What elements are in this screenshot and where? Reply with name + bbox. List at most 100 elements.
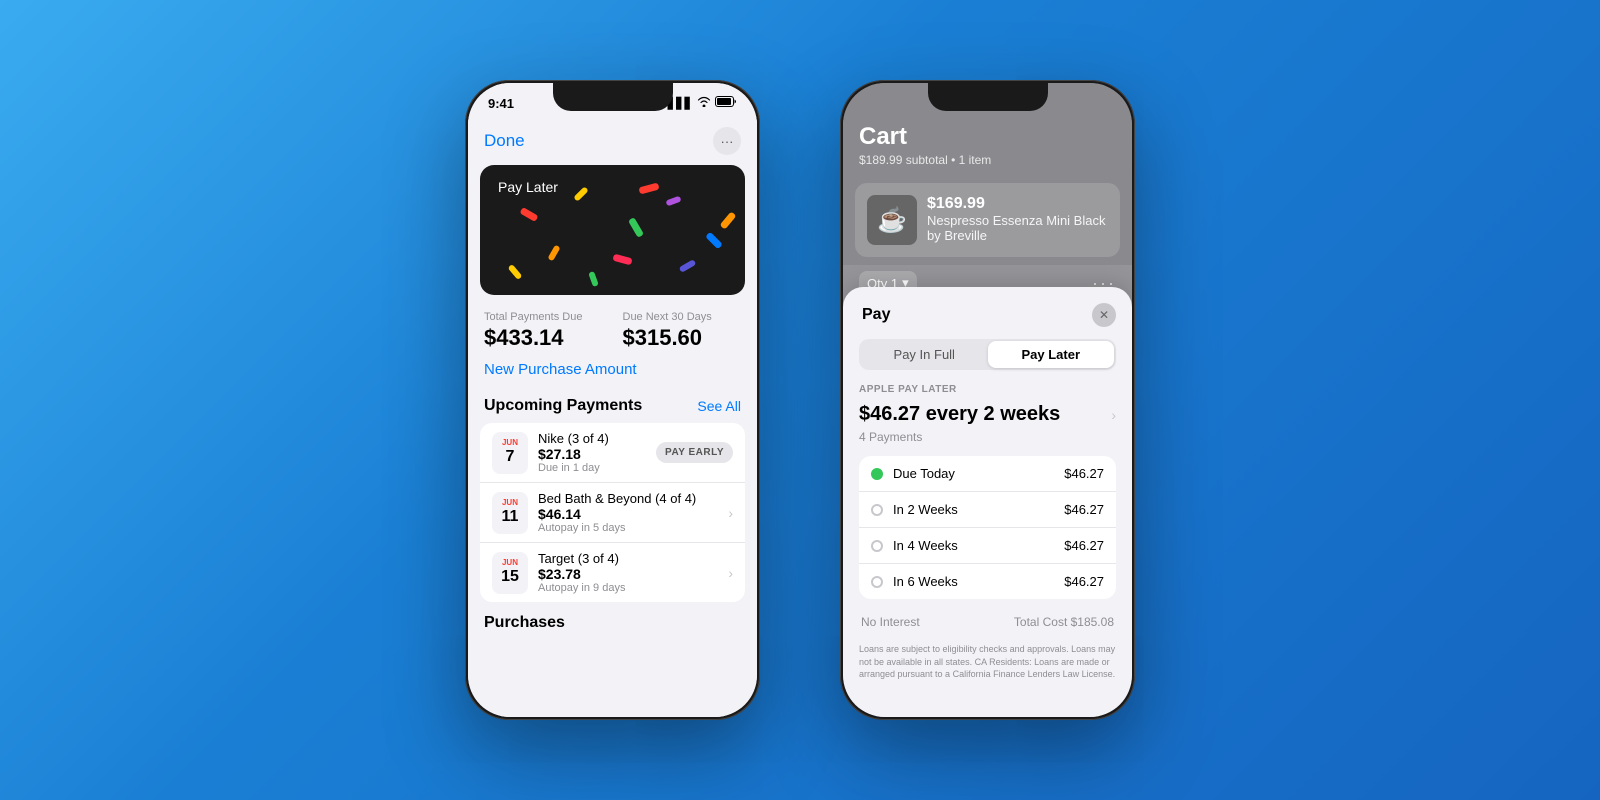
schedule-row-6w: In 6 Weeks $46.27 — [859, 564, 1116, 599]
schedule-amount-today: $46.27 — [1064, 466, 1104, 481]
schedule-dot-4w — [871, 540, 883, 552]
item-amount-bedbath: $46.14 — [538, 506, 718, 522]
date-badge-bedbath: JUN 11 — [492, 492, 528, 534]
schedule-row-today: Due Today $46.27 — [859, 456, 1116, 492]
apple-pay-logo: Pay — [859, 306, 890, 324]
new-purchase-link[interactable]: New Purchase Amount — [484, 361, 637, 378]
day-bedbath: 11 — [502, 507, 519, 526]
status-icons-1: ▋▋▋ — [668, 96, 737, 110]
notch-1 — [553, 83, 673, 111]
freq-amount: $46.27 every 2 weeks — [859, 403, 1060, 426]
chevron-icon-target: › — [728, 565, 733, 581]
item-sub-target: Autopay in 9 days — [538, 582, 718, 594]
item-name-nike: Nike (3 of 4) — [538, 431, 646, 446]
schedule-amount-6w: $46.27 — [1064, 574, 1104, 589]
schedule-label-2w: In 2 Weeks — [893, 502, 1054, 517]
total-payments-col: Total Payments Due $433.14 — [484, 311, 603, 351]
schedule-label-6w: In 6 Weeks — [893, 574, 1054, 589]
pay-early-button[interactable]: PAY EARLY — [656, 442, 733, 463]
notch-2 — [928, 83, 1048, 111]
payment-item-bedbath[interactable]: JUN 11 Bed Bath & Beyond (4 of 4) $46.14… — [480, 483, 745, 543]
product-thumbnail: ☕ — [867, 195, 917, 245]
product-info: $169.99 Nespresso Essenza Mini Black by … — [927, 195, 1108, 243]
phone-1: 9:41 ▋▋▋ — [465, 80, 760, 720]
phone1-content: Done ··· Pay Later Total Payments Due $4… — [468, 119, 757, 717]
cart-subtitle: $189.99 subtotal • 1 item — [859, 153, 1116, 167]
item-name-bedbath: Bed Bath & Beyond (4 of 4) — [538, 491, 718, 506]
due-amount: $315.60 — [623, 325, 742, 351]
payment-frequency: $46.27 every 2 weeks › — [859, 403, 1116, 426]
schedule-amount-2w: $46.27 — [1064, 502, 1104, 517]
total-label: Total Payments Due — [484, 311, 603, 323]
done-button[interactable]: Done — [484, 131, 525, 151]
month-target: JUN — [502, 558, 518, 567]
total-cost-label: Total Cost $185.08 — [1014, 615, 1114, 629]
no-interest-label: No Interest — [861, 615, 920, 629]
chevron-icon-bedbath: › — [728, 505, 733, 521]
sheet-header: Pay ✕ — [859, 303, 1116, 327]
schedule-row-4w: In 4 Weeks $46.27 — [859, 528, 1116, 564]
tab-selector: Pay In Full Pay Later — [859, 339, 1116, 370]
date-badge-nike: JUN 7 — [492, 432, 528, 474]
purchases-title: Purchases — [468, 602, 757, 636]
schedule-dot-today — [871, 468, 883, 480]
new-purchase-section: New Purchase Amount — [468, 361, 757, 391]
freq-sub: 4 Payments — [859, 430, 1116, 444]
item-sub-bedbath: Autopay in 5 days — [538, 522, 718, 534]
tab-pay-later[interactable]: Pay Later — [988, 341, 1115, 368]
item-sub-nike: Due in 1 day — [538, 462, 646, 474]
paylater-card[interactable]: Pay Later — [480, 165, 745, 295]
item-info-bedbath: Bed Bath & Beyond (4 of 4) $46.14 Autopa… — [538, 491, 718, 534]
product-name: Nespresso Essenza Mini Black by Breville — [927, 213, 1108, 243]
ellipsis-icon: ··· — [721, 134, 734, 149]
close-icon: ✕ — [1099, 308, 1109, 322]
item-info-nike: Nike (3 of 4) $27.18 Due in 1 day — [538, 431, 646, 474]
cart-title: Cart — [859, 123, 1116, 151]
product-price: $169.99 — [927, 195, 1108, 213]
close-button[interactable]: ✕ — [1092, 303, 1116, 327]
tab-pay-in-full[interactable]: Pay In Full — [861, 341, 988, 368]
payment-summary: Total Payments Due $433.14 Due Next 30 D… — [468, 307, 757, 361]
disclaimer-text: Loans are subject to eligibility checks … — [859, 643, 1116, 681]
month-bedbath: JUN — [502, 498, 518, 507]
day-target: 15 — [501, 567, 519, 586]
apple-pay-later-label: APPLE PAY LATER — [859, 384, 1116, 395]
schedule-dot-6w — [871, 576, 883, 588]
schedule-label-4w: In 4 Weeks — [893, 538, 1054, 553]
upcoming-header: Upcoming Payments See All — [468, 391, 757, 423]
apple-pay-sheet: Pay ✕ Pay In Full Pay Later APPLE PAY LA… — [843, 287, 1132, 717]
due-next-col: Due Next 30 Days $315.60 — [623, 311, 742, 351]
battery-icon — [715, 96, 737, 110]
wifi-icon — [697, 96, 711, 110]
schedule-amount-4w: $46.27 — [1064, 538, 1104, 553]
product-icon: ☕ — [877, 206, 907, 235]
upcoming-title: Upcoming Payments — [484, 397, 642, 415]
schedule-label-today: Due Today — [893, 466, 1054, 481]
payment-item-target[interactable]: JUN 15 Target (3 of 4) $23.78 Autopay in… — [480, 543, 745, 602]
total-amount: $433.14 — [484, 325, 603, 351]
payment-item-nike[interactable]: JUN 7 Nike (3 of 4) $27.18 Due in 1 day … — [480, 423, 745, 483]
cart-item: ☕ $169.99 Nespresso Essenza Mini Black b… — [855, 183, 1120, 257]
payment-list: JUN 7 Nike (3 of 4) $27.18 Due in 1 day … — [480, 423, 745, 602]
more-button[interactable]: ··· — [713, 127, 741, 155]
item-name-target: Target (3 of 4) — [538, 551, 718, 566]
see-all-button[interactable]: See All — [697, 398, 741, 414]
payment-schedule: Due Today $46.27 In 2 Weeks $46.27 In 4 … — [859, 456, 1116, 599]
nav-bar: Done ··· — [468, 119, 757, 165]
phone-1-screen: 9:41 ▋▋▋ — [468, 83, 757, 717]
due-label: Due Next 30 Days — [623, 311, 742, 323]
freq-chevron: › — [1111, 407, 1116, 423]
item-info-target: Target (3 of 4) $23.78 Autopay in 9 days — [538, 551, 718, 594]
no-interest-row: No Interest Total Cost $185.08 — [859, 609, 1116, 635]
schedule-dot-2w — [871, 504, 883, 516]
apple-pay-text: Pay — [862, 306, 890, 324]
status-time-1: 9:41 — [488, 96, 514, 111]
schedule-row-2w: In 2 Weeks $46.27 — [859, 492, 1116, 528]
confetti-container — [480, 165, 745, 295]
item-amount-nike: $27.18 — [538, 446, 646, 462]
day-nike: 7 — [506, 447, 515, 466]
item-amount-target: $23.78 — [538, 566, 718, 582]
phone-2-screen: Cart $189.99 subtotal • 1 item ☕ $169.99… — [843, 83, 1132, 717]
date-badge-target: JUN 15 — [492, 552, 528, 594]
month-nike: JUN — [502, 438, 518, 447]
